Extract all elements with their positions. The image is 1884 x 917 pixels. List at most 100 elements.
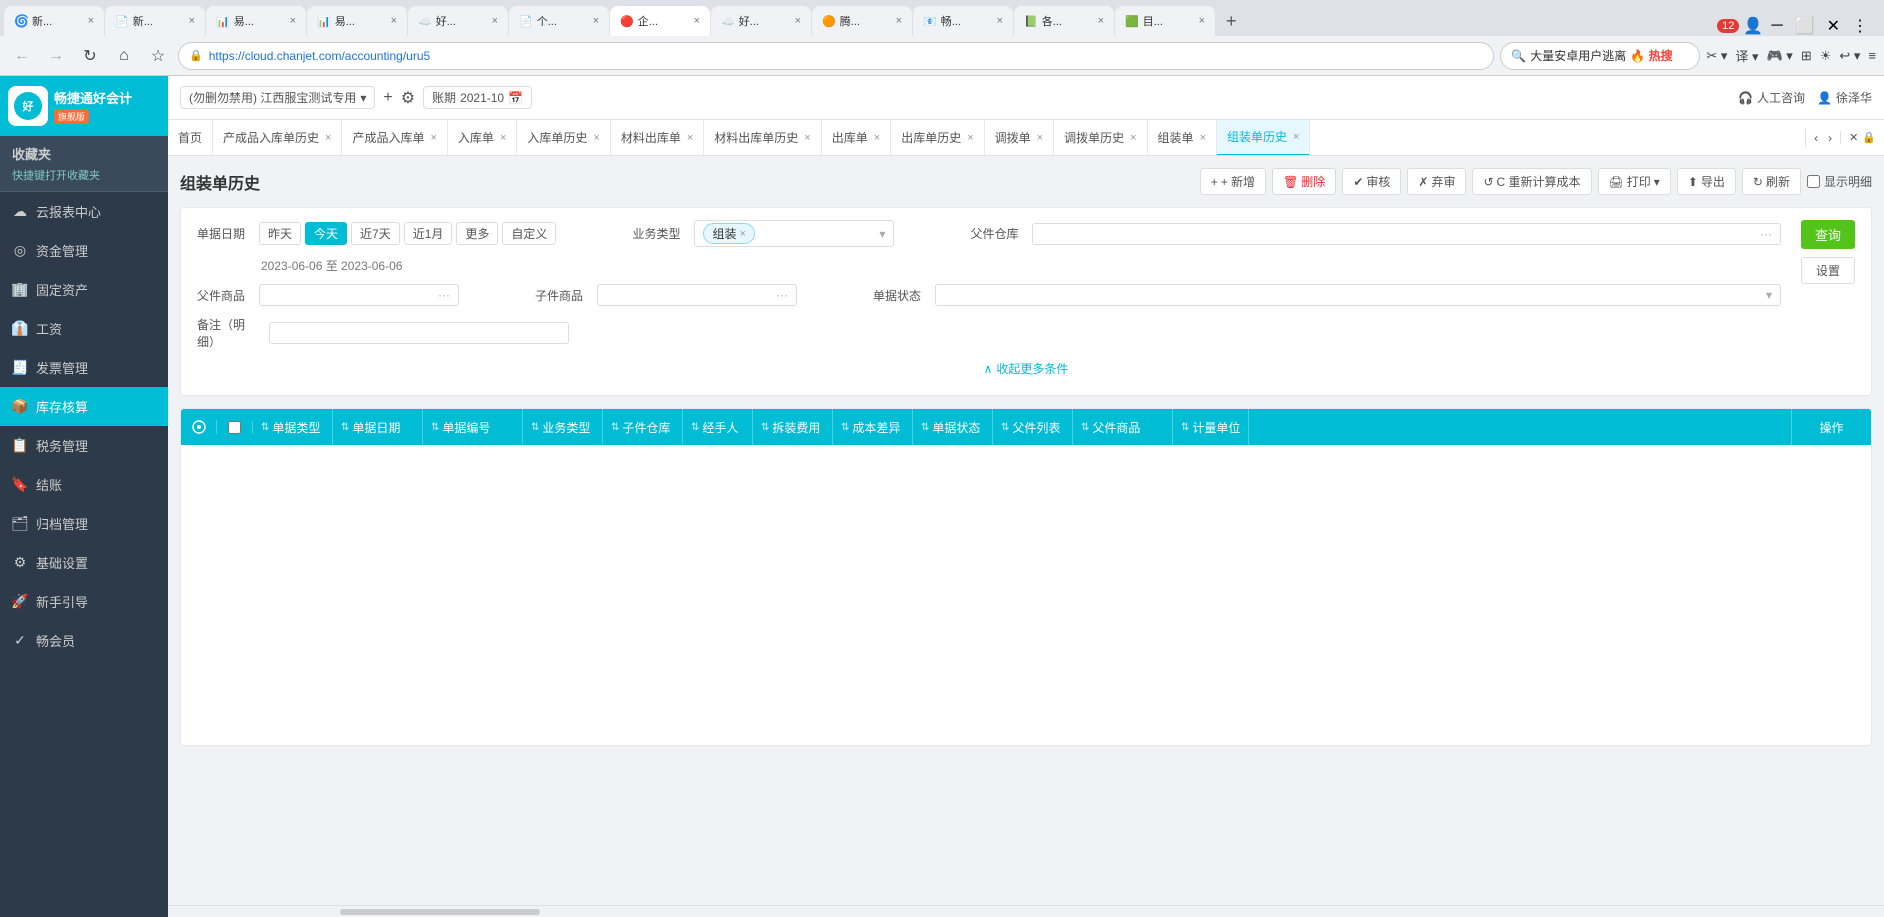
forward-button[interactable]: → xyxy=(42,42,70,70)
tab-close-4[interactable]: × xyxy=(391,15,397,27)
th-bill-date[interactable]: ⇅ 单据日期 xyxy=(333,409,423,445)
settings-company-button[interactable]: ⚙ xyxy=(401,88,415,108)
browser-tab-8[interactable]: ☁️ 好... × xyxy=(711,6,811,36)
grid-btn[interactable]: ⊞ xyxy=(1801,48,1812,64)
th-handler[interactable]: ⇅ 经手人 xyxy=(683,409,753,445)
table-settings-icon[interactable] xyxy=(181,420,217,434)
parent-goods-input[interactable]: ··· xyxy=(259,284,459,306)
date-more[interactable]: 更多 xyxy=(456,222,498,245)
delete-button[interactable]: 🗑 删除 xyxy=(1272,168,1336,195)
tab-close-3[interactable]: × xyxy=(290,15,296,27)
tab-in[interactable]: 入库单 × xyxy=(448,120,517,156)
show-detail-checkbox[interactable] xyxy=(1807,175,1820,188)
th-disassemble-cost[interactable]: ⇅ 拆装费用 xyxy=(753,409,833,445)
scrollbar-area[interactable] xyxy=(168,905,1884,917)
biz-type-dropdown-icon[interactable]: ▾ xyxy=(879,227,885,241)
th-biz-type[interactable]: ⇅ 业务类型 xyxy=(523,409,603,445)
games-btn[interactable]: 🎮 ▾ xyxy=(1766,48,1792,64)
tab-in-hist-close[interactable]: × xyxy=(593,132,599,144)
browser-tab-7[interactable]: 🔴 企... × xyxy=(610,6,710,36)
tab-mat-out-hist[interactable]: 材料出库单历史 × xyxy=(704,120,821,156)
th-bill-no-sort[interactable]: ⇅ xyxy=(431,422,439,433)
select-all-input[interactable] xyxy=(228,421,241,434)
th-cost-diff[interactable]: ⇅ 成本差异 xyxy=(833,409,913,445)
browser-tab-6[interactable]: 📄 个... × xyxy=(509,6,609,36)
sidebar-item-fixed-assets[interactable]: 🏢 固定资产 xyxy=(0,270,168,309)
tab-close-2[interactable]: × xyxy=(189,15,195,27)
date-yesterday[interactable]: 昨天 xyxy=(259,222,301,245)
company-selector[interactable]: (勿删勿禁用) 江西服宝测试专用 ▾ xyxy=(180,86,375,109)
customer-service[interactable]: 🎧 人工咨询 xyxy=(1738,89,1805,106)
favorites-link[interactable]: 快捷键打开收藏夹 xyxy=(12,167,156,183)
sidebar-item-fund[interactable]: ◎ 资金管理 xyxy=(0,231,168,270)
bookmark-button[interactable]: ☆ xyxy=(144,42,172,70)
tab-out[interactable]: 出库单 × xyxy=(822,120,891,156)
tab-prod-in-hist[interactable]: 产成品入库单历史 × xyxy=(213,120,342,156)
browser-tab-4[interactable]: 📊 易... × xyxy=(307,6,407,36)
filter-collapse-button[interactable]: ∧ 收起更多条件 xyxy=(197,354,1855,383)
tab-kit-hist[interactable]: 组装单历史 × xyxy=(1217,120,1310,156)
reload-button[interactable]: ↻ xyxy=(76,42,104,70)
sidebar-item-vip[interactable]: ✓ 畅会员 xyxy=(0,621,168,660)
tab-mat-out-hist-close[interactable]: × xyxy=(804,132,810,144)
scissors-btn[interactable]: ✂ ▾ xyxy=(1706,48,1727,64)
filter-settings-button[interactable]: 设置 xyxy=(1801,257,1855,284)
browser-search[interactable]: 🔍 大量安卓用户逃离 🔥 热搜 xyxy=(1500,42,1700,70)
refresh-button[interactable]: ↻ 刷新 xyxy=(1742,168,1801,195)
tab-out-hist[interactable]: 出库单历史 × xyxy=(891,120,984,156)
sidebar-item-invoice[interactable]: 🧾 发票管理 xyxy=(0,348,168,387)
tab-out-close[interactable]: × xyxy=(874,132,880,144)
th-child-warehouse[interactable]: ⇅ 子件仓库 xyxy=(603,409,683,445)
sidebar-item-cloud-report[interactable]: ☁ 云报表中心 xyxy=(0,192,168,231)
sun-btn[interactable]: ☀ xyxy=(1820,48,1832,64)
th-bill-status-sort[interactable]: ⇅ xyxy=(921,422,929,433)
th-unit[interactable]: ⇅ 计量单位 xyxy=(1173,409,1249,445)
tabs-prev-button[interactable]: ‹ xyxy=(1810,129,1822,147)
th-parent-list[interactable]: ⇅ 父件列表 xyxy=(993,409,1073,445)
scrollbar-thumb[interactable] xyxy=(340,909,540,915)
maximize-button[interactable]: ⬜ xyxy=(1791,16,1819,36)
browser-tab-2[interactable]: 📄 新... × xyxy=(105,6,205,36)
table-select-all-checkbox[interactable] xyxy=(217,421,253,434)
browser-tab-3[interactable]: 📊 易... × xyxy=(206,6,306,36)
show-detail-checkbox-label[interactable]: 显示明细 xyxy=(1807,173,1872,190)
undo-btn[interactable]: ↩ ▾ xyxy=(1839,48,1860,64)
export-button[interactable]: ⬆ 导出 xyxy=(1677,168,1736,195)
abandon-button[interactable]: ✗ 弃审 xyxy=(1407,168,1466,195)
tab-prod-in[interactable]: 产成品入库单 × xyxy=(342,120,447,156)
tab-kit[interactable]: 组装单 × xyxy=(1148,120,1217,156)
tab-kit-close[interactable]: × xyxy=(1200,132,1206,144)
date-1month[interactable]: 近1月 xyxy=(404,222,453,245)
date-custom[interactable]: 自定义 xyxy=(502,222,556,245)
profile-icon[interactable]: 👤 xyxy=(1743,16,1763,36)
user-profile[interactable]: 👤 徐泽华 xyxy=(1817,89,1872,106)
sidebar-item-checkout[interactable]: 🔖 结账 xyxy=(0,465,168,504)
address-bar[interactable]: 🔒 https://cloud.chanjet.com/accounting/u… xyxy=(178,42,1494,70)
review-button[interactable]: ✔ 审核 xyxy=(1342,168,1401,195)
period-selector[interactable]: 账期 2021-10 📅 xyxy=(423,86,532,109)
tab-home[interactable]: 首页 xyxy=(168,120,213,156)
tab-assemble-hist-close[interactable]: × xyxy=(1130,132,1136,144)
th-bill-no[interactable]: ⇅ 单据编号 xyxy=(423,409,523,445)
translate-btn[interactable]: 译 ▾ xyxy=(1735,46,1758,65)
new-tab-button[interactable]: + xyxy=(1216,6,1316,36)
browser-tab-1[interactable]: 🌀 新... × xyxy=(4,6,104,36)
close-button[interactable]: ✕ xyxy=(1823,16,1844,36)
date-7days[interactable]: 近7天 xyxy=(351,222,400,245)
parent-warehouse-input[interactable]: ··· xyxy=(1032,223,1781,245)
th-parent-goods[interactable]: ⇅ 父件商品 xyxy=(1073,409,1173,445)
th-parent-goods-sort[interactable]: ⇅ xyxy=(1081,422,1089,433)
tab-assemble[interactable]: 调拨单 × xyxy=(985,120,1054,156)
biz-type-input-area[interactable]: 组装 × ▾ xyxy=(694,220,894,247)
browser-tab-5[interactable]: ☁️ 好... × xyxy=(408,6,508,36)
add-company-button[interactable]: + xyxy=(383,89,392,107)
th-cost-diff-sort[interactable]: ⇅ xyxy=(841,422,849,433)
sidebar-item-tax[interactable]: 📋 税务管理 xyxy=(0,426,168,465)
th-child-warehouse-sort[interactable]: ⇅ xyxy=(611,422,619,433)
date-today[interactable]: 今天 xyxy=(305,222,347,245)
query-button[interactable]: 查询 xyxy=(1801,220,1855,249)
th-handler-sort[interactable]: ⇅ xyxy=(691,422,699,433)
tab-out-hist-close[interactable]: × xyxy=(967,132,973,144)
tab-close-11[interactable]: × xyxy=(1098,15,1104,27)
tab-close-12[interactable]: × xyxy=(1199,15,1205,27)
